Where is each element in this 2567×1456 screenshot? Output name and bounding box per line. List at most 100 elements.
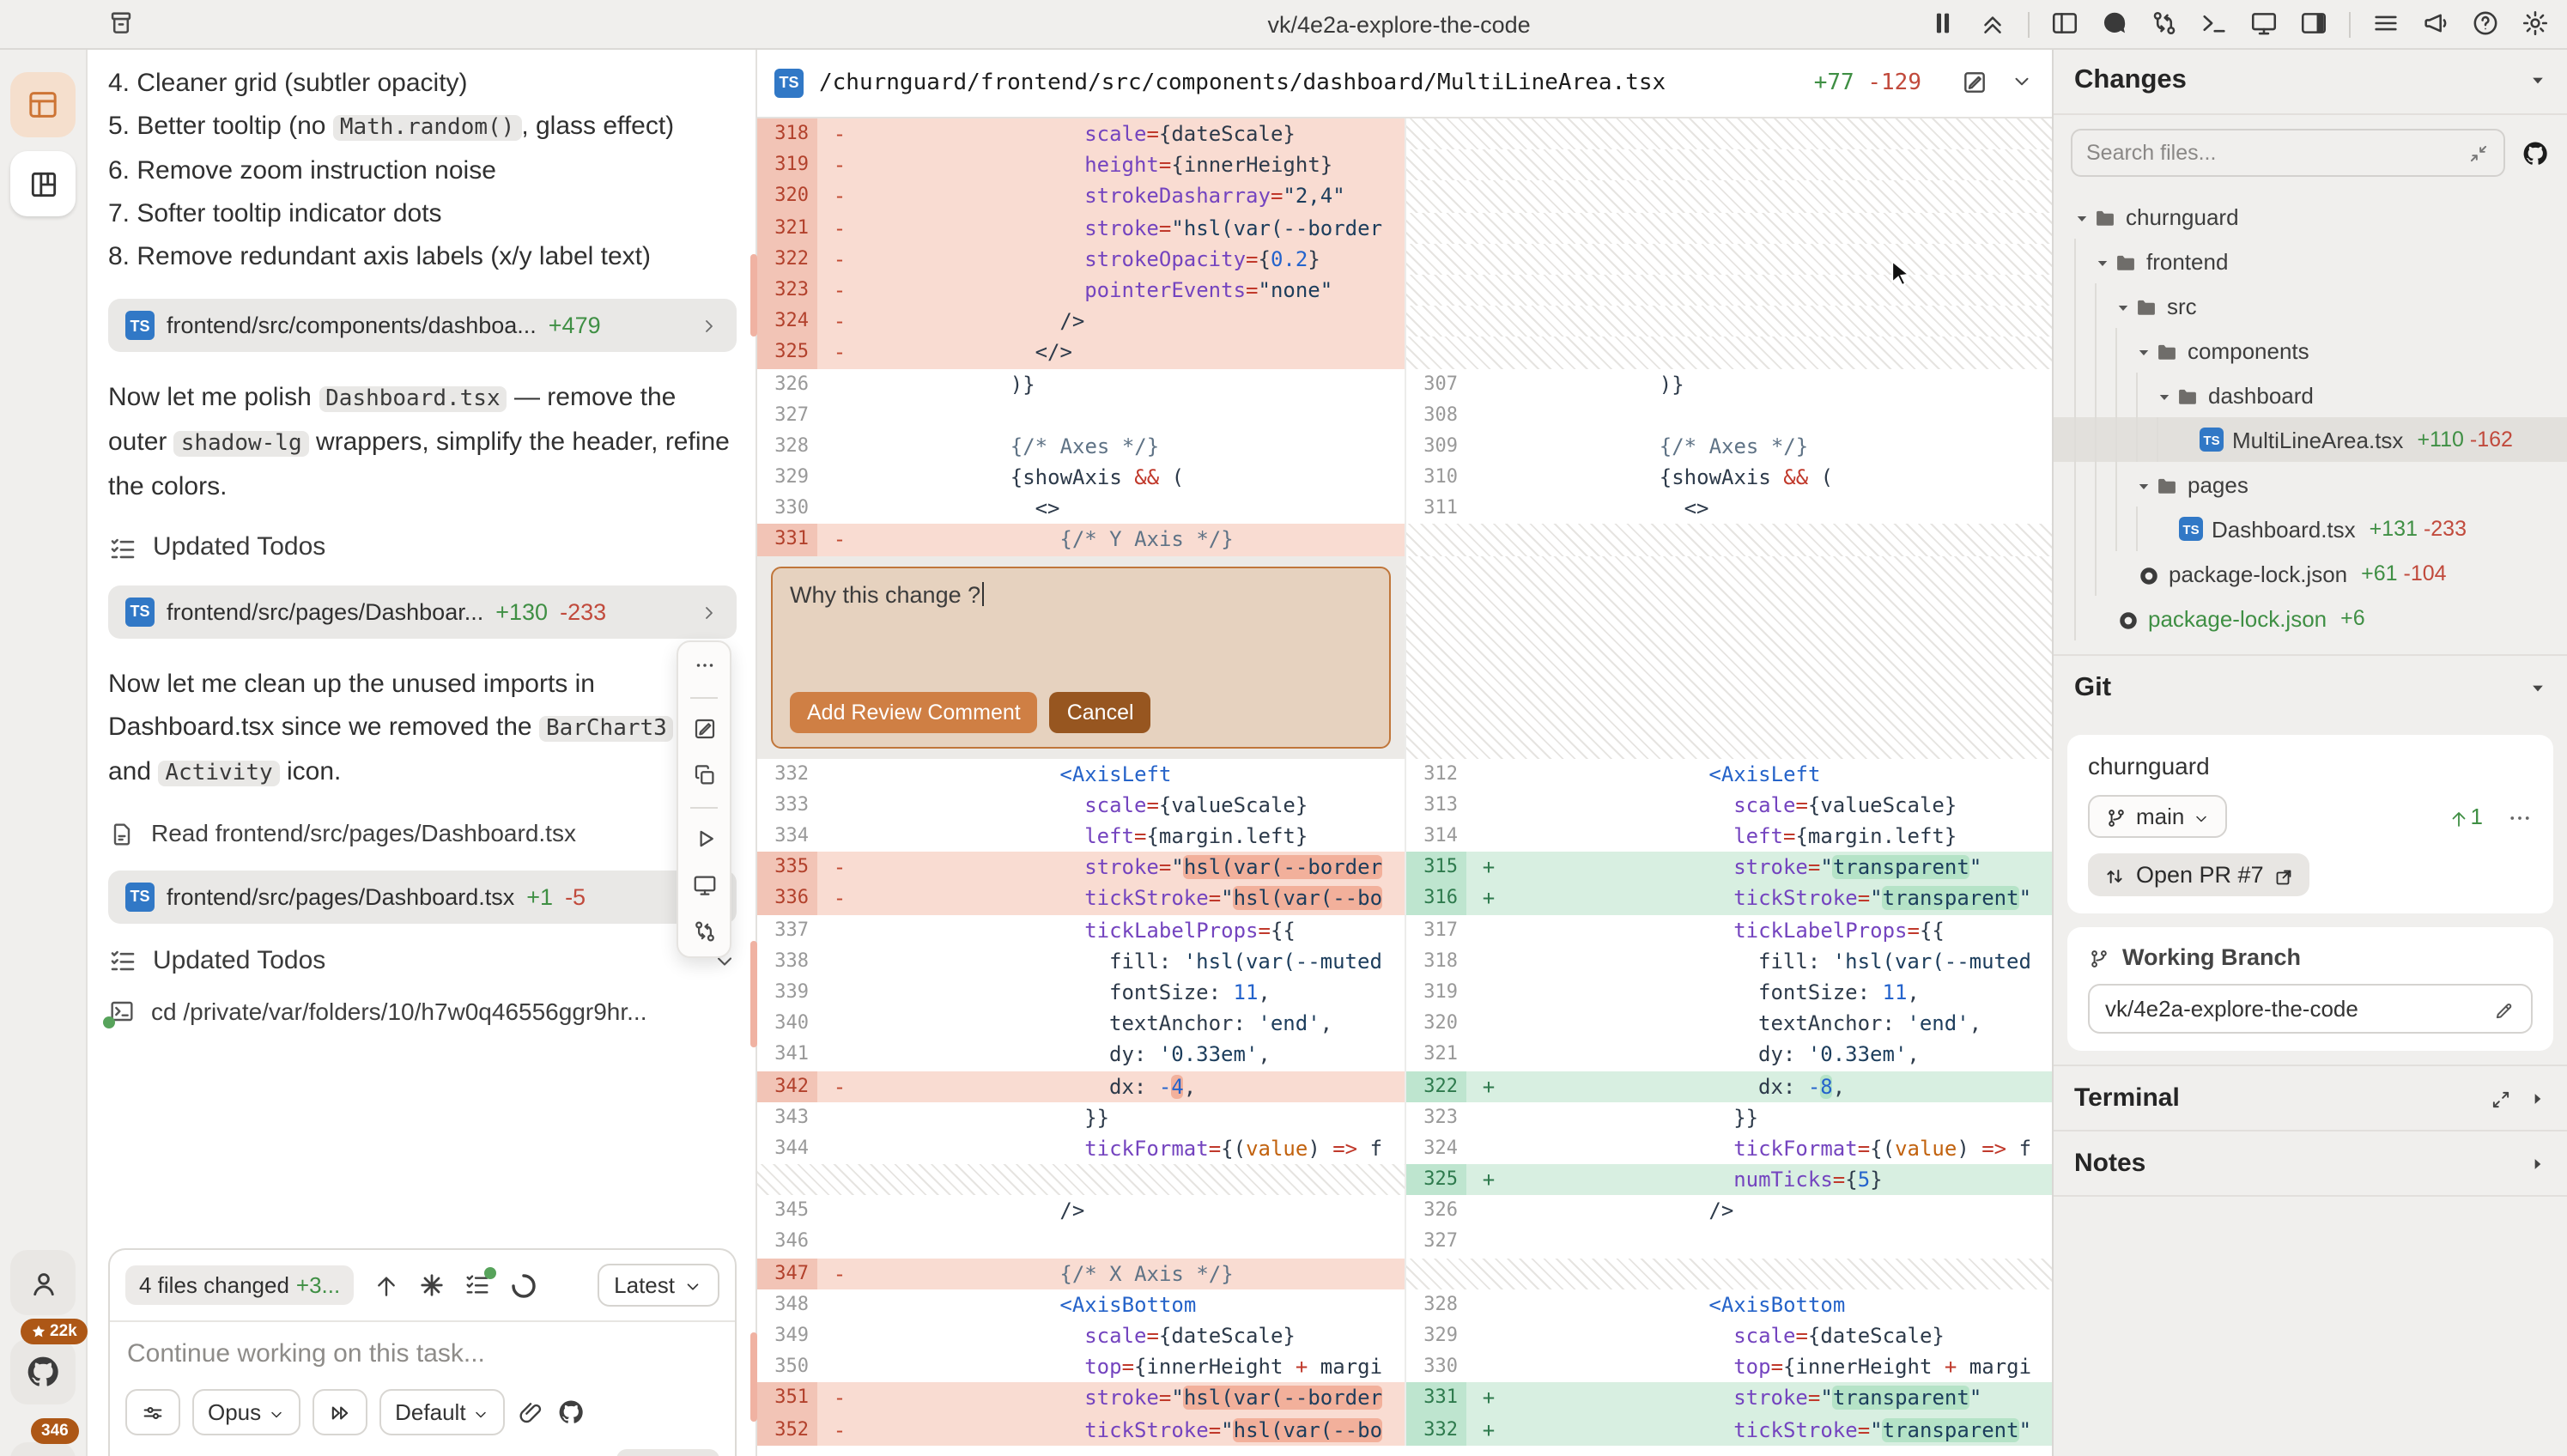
model-dropdown[interactable]: Opus [192, 1389, 300, 1435]
collapse-tree-button[interactable] [2467, 141, 2490, 165]
message-input[interactable]: Continue working on this task... [110, 1322, 735, 1382]
attach-button[interactable] [518, 1398, 545, 1426]
dots-h-button[interactable] [691, 651, 717, 682]
panel-right-icon [2299, 9, 2328, 39]
read-file-row[interactable]: Read frontend/src/pages/Dashboard.tsx [108, 818, 737, 848]
account-button[interactable] [10, 1250, 76, 1315]
diff-line-old: 321-stroke="hsl(var(--border [757, 212, 1405, 243]
tree-row-multilinearea-tsx[interactable]: TSMultiLineArea.tsx+110 -162 [2054, 417, 2567, 462]
settings-sliders-button[interactable] [125, 1389, 180, 1435]
collapse-file-button[interactable] [2011, 67, 2033, 98]
push-ahead-indicator[interactable]: 1 [2449, 804, 2483, 829]
help-icon [2471, 9, 2500, 39]
diff-line-old: 320-strokeDasharray="2,4" [757, 181, 1405, 212]
pause-button[interactable] [1928, 9, 1957, 39]
mode-dropdown[interactable]: Default [379, 1389, 505, 1435]
todo-list-item: 8. Remove redundant axis labels (x/y lab… [108, 235, 737, 278]
updated-todos-row[interactable]: Updated Todos [108, 946, 737, 976]
tree-row-package-lock-json[interactable]: package-lock.json+61 -104 [2054, 551, 2567, 596]
collapse-in-icon [2467, 143, 2490, 165]
monitor-button[interactable] [691, 871, 717, 901]
edit-diff-button[interactable] [691, 714, 717, 745]
copilot-cat-button[interactable] [557, 1398, 586, 1427]
panel-right-button[interactable] [2299, 9, 2328, 39]
tree-row-dashboard-tsx[interactable]: TSDashboard.tsx+131 -233 [2054, 507, 2567, 551]
discord-button[interactable] [10, 1442, 76, 1456]
pencil-icon[interactable] [2493, 996, 2515, 1022]
review-comment-box[interactable]: Why this change ? Add Review Comment Cance… [771, 566, 1391, 748]
indent-guide [2115, 417, 2136, 462]
send-button[interactable]: Send [617, 1449, 719, 1456]
tree-row-dashboard[interactable]: dashboard [2054, 373, 2567, 417]
more-actions-button[interactable] [2507, 803, 2533, 830]
help-button[interactable] [2471, 9, 2500, 39]
files-changed-chip[interactable]: 4 files changed +3... [125, 1265, 354, 1305]
diff-sign: - [817, 244, 862, 275]
github-cat-button[interactable] [2521, 138, 2550, 167]
notes-section-header[interactable]: Notes [2054, 1131, 2567, 1195]
board-view-button[interactable] [10, 151, 76, 216]
diff-row: 336-tickStroke="hsl(var(--bo316+tickStro… [757, 883, 2054, 914]
cancel-button[interactable]: Cancel [1050, 691, 1151, 732]
tree-row-src[interactable]: src [2054, 283, 2567, 328]
version-dropdown[interactable]: Latest [597, 1264, 719, 1307]
folder-icon [2155, 340, 2179, 364]
copy-button[interactable] [691, 761, 717, 792]
menu-button[interactable] [2371, 9, 2400, 39]
panel-left-button[interactable] [2050, 9, 2079, 39]
open-pr-button[interactable]: Open PR #7 [2088, 853, 2310, 896]
layout-view-button[interactable] [10, 72, 76, 137]
updated-todos-row[interactable]: Updated Todos [108, 532, 737, 562]
chevrons-up-button[interactable] [1978, 9, 2007, 39]
json-file-icon [2138, 561, 2160, 586]
file-diff-chip-multilinearea[interactable]: TSfrontend/src/components/dashboa...+479 [108, 299, 737, 352]
line-number: 349 [757, 1320, 817, 1351]
chev-down-icon [683, 1277, 702, 1296]
tree-row-churnguard[interactable]: churnguard [2054, 194, 2567, 239]
indent-guide [2095, 507, 2115, 551]
expand-icon[interactable] [2490, 1083, 2512, 1113]
scroll-to-top-button[interactable] [373, 1271, 400, 1299]
tree-row-package-lock-json[interactable]: package-lock.json+6 [2054, 596, 2567, 640]
line-number: 342 [757, 1071, 817, 1101]
terminal-button[interactable] [2200, 9, 2229, 39]
file-diff-chip-dashboard-small[interactable]: TSfrontend/src/pages/Dashboard.tsx+1-5 [108, 871, 737, 924]
diff-mode-button[interactable] [1961, 67, 1988, 98]
chat-bubble-button[interactable] [2100, 9, 2129, 39]
fast-forward-button[interactable] [313, 1389, 367, 1435]
add-review-comment-button[interactable]: Add Review Comment [790, 691, 1038, 732]
review-comment-text[interactable]: Why this change ? [790, 581, 1372, 607]
changes-section-header[interactable]: Changes [2054, 48, 2567, 113]
monitor-button[interactable] [2249, 9, 2279, 39]
diff-sign [817, 494, 862, 525]
spark-icon[interactable] [419, 1272, 445, 1298]
file-chip-name: frontend/src/components/dashboa... [167, 312, 537, 338]
line-number: 326 [757, 368, 817, 399]
indent-guide [2115, 462, 2136, 507]
git-compare-button[interactable] [691, 917, 717, 948]
terminal-command-row[interactable]: cd /private/var/folders/10/h7w0q46556ggr… [108, 998, 737, 1026]
tree-row-frontend[interactable]: frontend [2054, 239, 2567, 283]
todos-button[interactable] [464, 1270, 491, 1301]
file-diff-chip-dashboard-page[interactable]: TSfrontend/src/pages/Dashboar...+130-233 [108, 585, 737, 638]
git-section-header[interactable]: Git [2054, 656, 2567, 721]
triangle-down-icon [2529, 673, 2546, 704]
archive-button[interactable] [106, 9, 136, 39]
working-branch-input[interactable]: vk/4e2a-explore-the-code [2088, 984, 2533, 1034]
play-button[interactable] [691, 824, 717, 855]
megaphone-button[interactable] [2421, 9, 2450, 39]
diff-sign [817, 1320, 862, 1351]
terminal-section-header[interactable]: Terminal [2054, 1066, 2567, 1130]
tri-right-icon [2529, 1156, 2546, 1173]
line-number: 318 [757, 118, 817, 149]
git-compare-button[interactable] [2150, 9, 2179, 39]
line-number: 344 [757, 1133, 817, 1164]
tree-label: src [2167, 293, 2197, 318]
github-button[interactable] [10, 1339, 76, 1404]
tree-row-pages[interactable]: pages [2054, 462, 2567, 507]
gear-button[interactable] [2521, 9, 2550, 39]
tree-row-components[interactable]: components [2054, 328, 2567, 373]
search-files-input[interactable]: Search files... [2071, 129, 2505, 177]
branch-dropdown[interactable]: main [2088, 795, 2227, 838]
diff-line-new: 323}} [1405, 1101, 2054, 1132]
